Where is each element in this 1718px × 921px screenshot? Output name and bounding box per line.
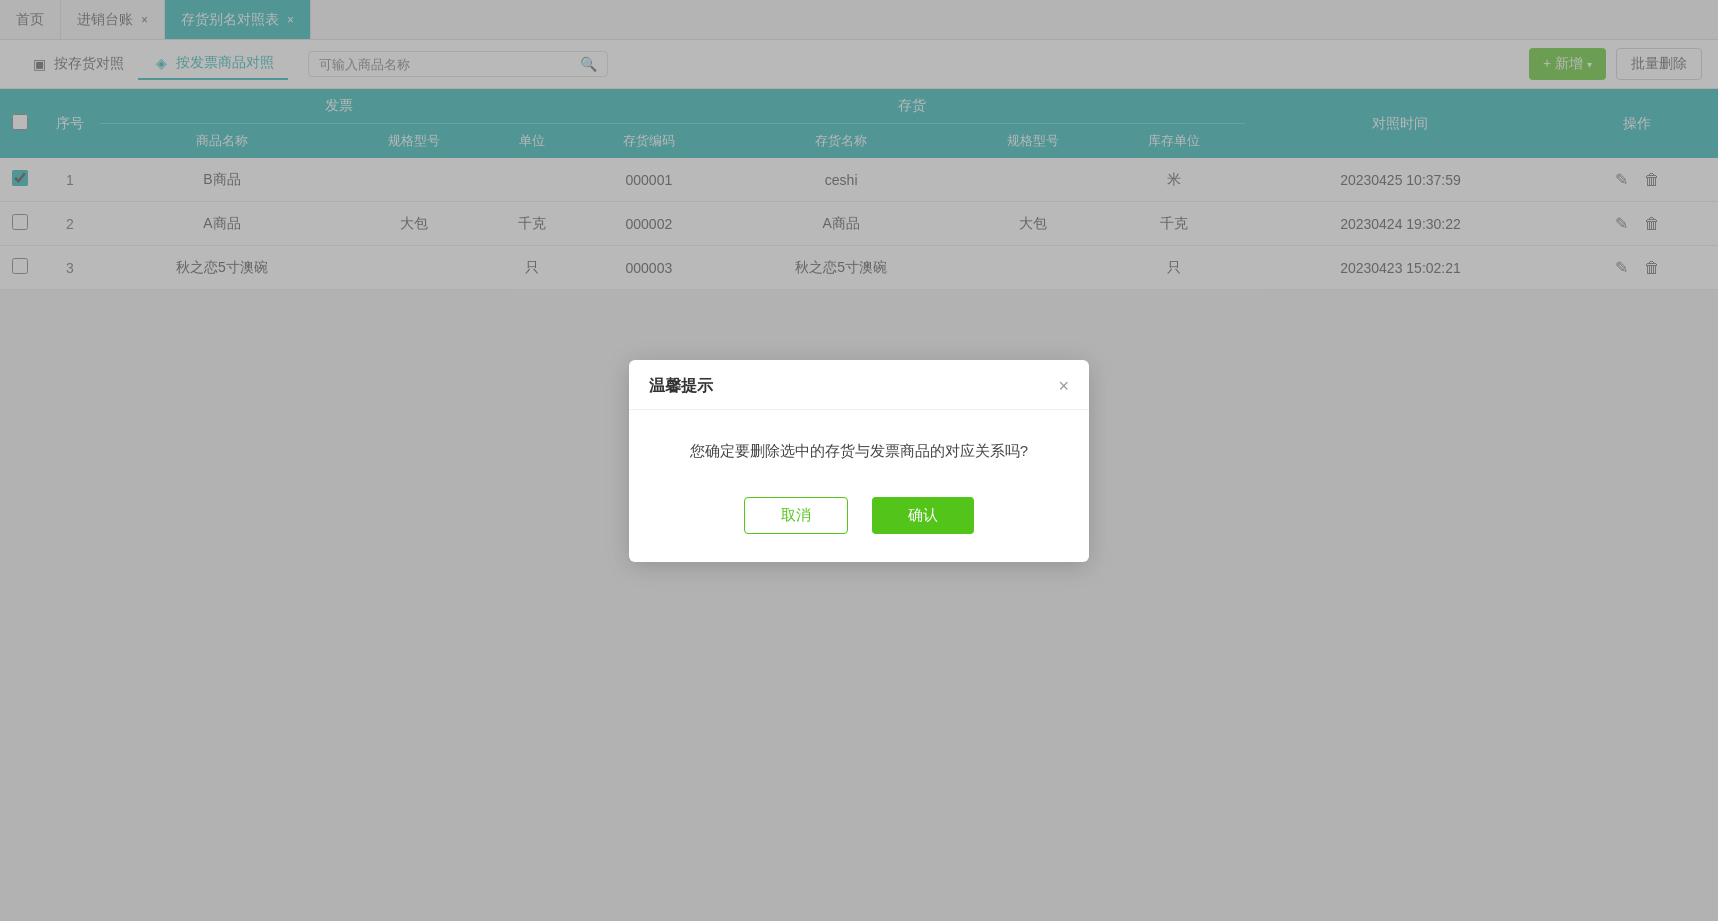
dialog-overlay: 温馨提示 × 您确定要删除选中的存货与发票商品的对应关系吗? 取消 确认 xyxy=(0,0,1718,290)
